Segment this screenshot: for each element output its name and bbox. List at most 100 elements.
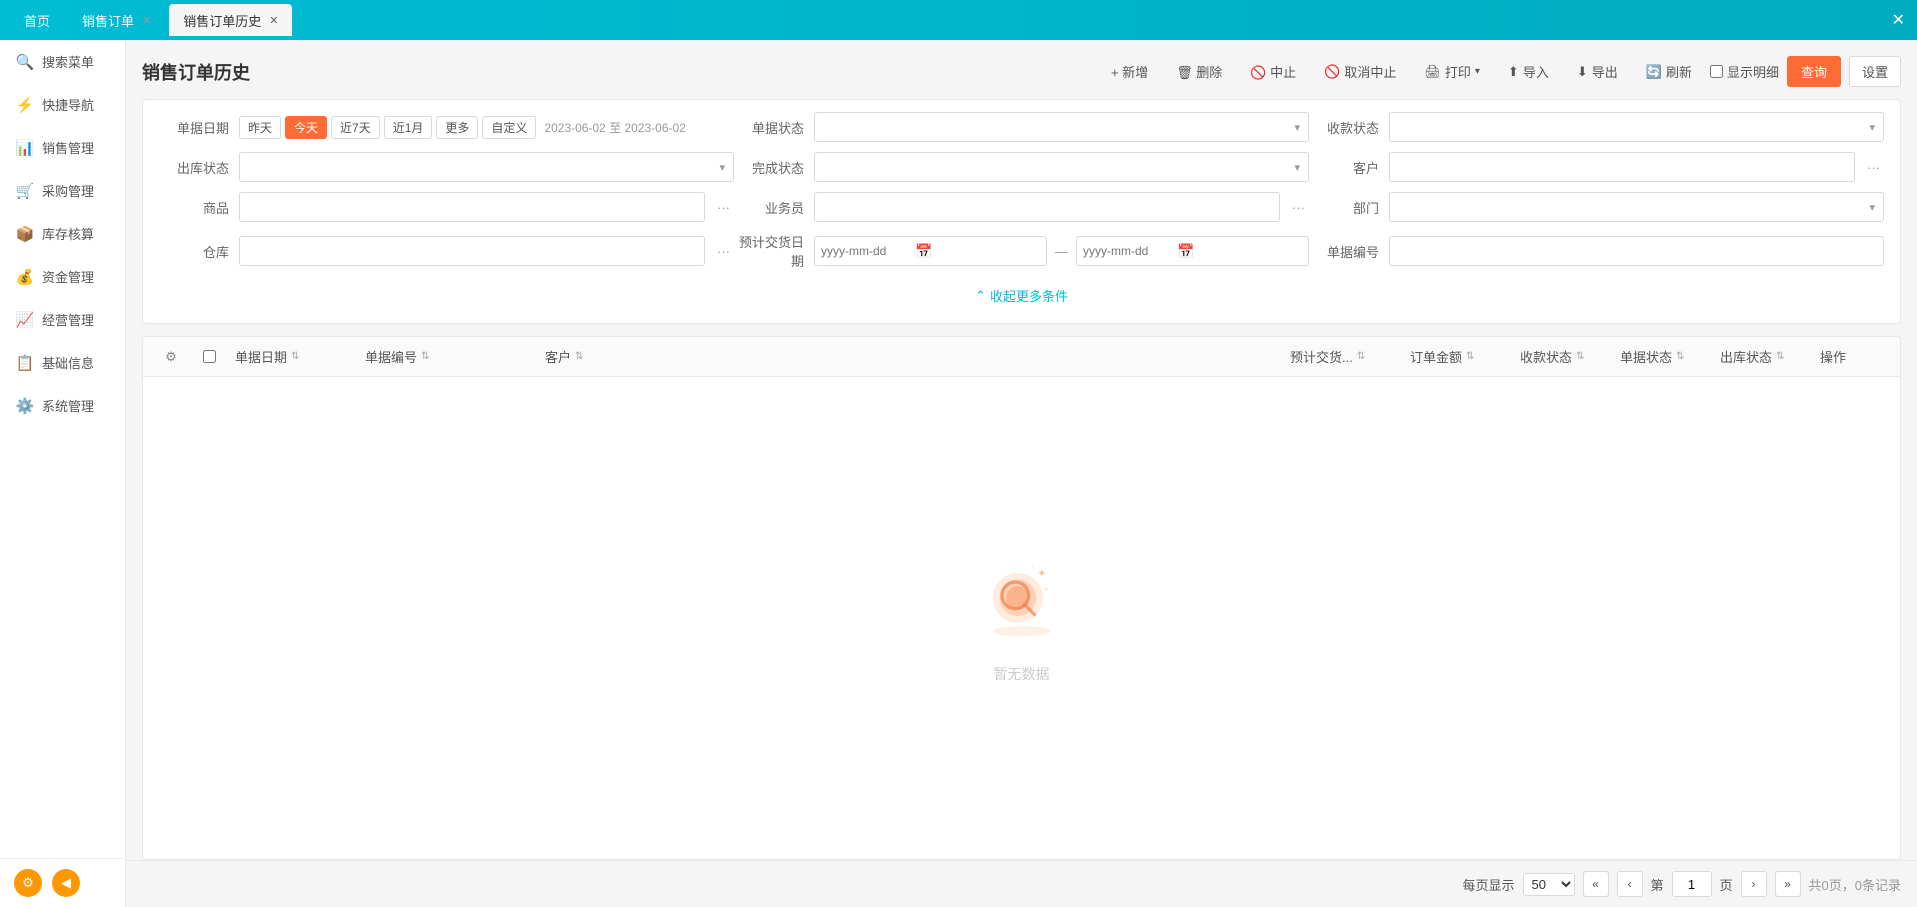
- sidebar: 🔍 搜索菜单 ⚡ 快捷导航 📊 销售管理 🛒 采购管理 📦 库存核算 💰 资金管…: [0, 40, 126, 907]
- salesperson-more-icon[interactable]: ···: [1288, 200, 1309, 215]
- complete-status-arrow-icon: ▾: [1294, 161, 1300, 174]
- sidebar-item-operation-mgmt[interactable]: 📈 经营管理: [0, 298, 125, 341]
- sidebar-settings-icon[interactable]: ⚙: [14, 869, 42, 897]
- total-text: 共0页，0条记录: [1809, 875, 1901, 894]
- delivery-date-start-input[interactable]: [821, 244, 911, 258]
- complete-status-control: ▾: [814, 152, 1309, 182]
- th-date[interactable]: 单据日期 ⇅: [227, 347, 357, 366]
- date-btn-yesterday[interactable]: 昨天: [239, 116, 281, 139]
- complete-status-label: 完成状态: [734, 158, 814, 177]
- tab-sales-order[interactable]: 销售订单 ✕: [68, 4, 165, 36]
- query-button[interactable]: 查询: [1787, 56, 1841, 87]
- settings-button[interactable]: 设置: [1849, 56, 1901, 87]
- customer-input[interactable]: [1389, 152, 1855, 182]
- cancel-stop-button[interactable]: 🚫 取消中止: [1314, 57, 1406, 86]
- th-doc-status[interactable]: 单据状态 ⇅: [1612, 347, 1712, 366]
- out-status-select[interactable]: ▾: [239, 152, 734, 182]
- sort-pay-status-icon: ⇅: [1576, 351, 1584, 362]
- delivery-date-end-calendar-icon[interactable]: 📅: [1177, 243, 1194, 260]
- first-page-button[interactable]: «: [1583, 871, 1609, 897]
- delivery-date-end-wrap: 📅: [1076, 236, 1309, 266]
- date-btn-today[interactable]: 今天: [285, 116, 327, 139]
- print-icon: 🖨: [1424, 64, 1441, 80]
- per-page-select[interactable]: 20 50 100: [1523, 873, 1575, 896]
- next-page-button[interactable]: ›: [1741, 871, 1767, 897]
- table-select-all-checkbox[interactable]: [191, 350, 227, 363]
- sort-doc-status-icon: ⇅: [1676, 351, 1684, 362]
- doc-status-arrow-icon: ▾: [1294, 121, 1300, 134]
- delivery-date-end-input[interactable]: [1083, 244, 1173, 258]
- delete-button[interactable]: 🗑 删除: [1166, 57, 1232, 86]
- tab-sales-order-history-close[interactable]: ✕: [269, 14, 278, 27]
- table-settings-icon[interactable]: ⚙: [151, 349, 191, 365]
- goods-input[interactable]: [239, 192, 705, 222]
- collapse-link[interactable]: ⌃ 收起更多条件: [159, 280, 1884, 311]
- tab-sales-order-close[interactable]: ✕: [142, 14, 151, 27]
- delivery-date-start-calendar-icon[interactable]: 📅: [915, 243, 932, 260]
- add-button[interactable]: + 新增: [1101, 57, 1158, 86]
- warehouse-input[interactable]: [239, 236, 705, 266]
- sidebar-bottom: ⚙ ◀: [0, 858, 125, 907]
- sidebar-collapse-icon[interactable]: ◀: [52, 869, 80, 897]
- pay-status-select[interactable]: ▾: [1389, 112, 1884, 142]
- page-unit: 页: [1720, 875, 1733, 894]
- refresh-button[interactable]: 🔄 刷新: [1636, 57, 1702, 86]
- svg-text:✦: ✦: [1037, 567, 1047, 580]
- table-container: ⚙ 单据日期 ⇅ 单据编号 ⇅ 客户 ⇅: [142, 336, 1901, 860]
- inventory-calc-icon: 📦: [16, 225, 34, 243]
- print-button[interactable]: 🖨 打印 ▾: [1414, 57, 1490, 86]
- sidebar-item-search-menu[interactable]: 🔍 搜索菜单: [0, 40, 125, 83]
- salesperson-control: ···: [814, 192, 1309, 222]
- th-pay-status[interactable]: 收款状态 ⇅: [1512, 347, 1612, 366]
- th-delivery[interactable]: 预计交货... ⇅: [1282, 347, 1402, 366]
- sidebar-item-basic-info[interactable]: 📋 基础信息: [0, 341, 125, 384]
- tab-sales-order-history[interactable]: 销售订单历史 ✕: [169, 4, 292, 36]
- th-out-status[interactable]: 出库状态 ⇅: [1712, 347, 1812, 366]
- goods-more-icon[interactable]: ···: [713, 200, 734, 215]
- date-btn-custom[interactable]: 自定义: [482, 116, 536, 139]
- doc-status-select[interactable]: ▾: [814, 112, 1309, 142]
- date-btn-7days[interactable]: 近7天: [331, 116, 380, 139]
- page-number-input[interactable]: [1672, 871, 1712, 897]
- sidebar-item-quick-nav[interactable]: ⚡ 快捷导航: [0, 83, 125, 126]
- th-docno[interactable]: 单据编号 ⇅: [357, 347, 537, 366]
- sidebar-item-purchase-mgmt[interactable]: 🛒 采购管理: [0, 169, 125, 212]
- print-dropdown-icon[interactable]: ▾: [1475, 66, 1480, 77]
- date-btn-1month[interactable]: 近1月: [384, 116, 433, 139]
- window-close-button[interactable]: ✕: [1892, 10, 1905, 30]
- basic-info-icon: 📋: [16, 354, 34, 372]
- filter-row-3: 商品 ··· 业务员 ··· 部门 ▾: [159, 192, 1884, 222]
- last-page-button[interactable]: »: [1775, 871, 1801, 897]
- filter-row-2: 出库状态 ▾ 完成状态 ▾ 客户: [159, 152, 1884, 182]
- doc-no-input[interactable]: [1389, 236, 1884, 266]
- purchase-mgmt-icon: 🛒: [16, 182, 34, 200]
- sidebar-item-system-mgmt[interactable]: ⚙️ 系统管理: [0, 384, 125, 427]
- cancel-stop-icon: 🚫: [1324, 64, 1340, 80]
- th-customer[interactable]: 客户 ⇅: [537, 347, 1282, 366]
- display-detail-checkbox[interactable]: [1710, 65, 1723, 78]
- sidebar-item-capital-mgmt[interactable]: 💰 资金管理: [0, 255, 125, 298]
- export-button[interactable]: ⬇ 导出: [1567, 57, 1628, 86]
- warehouse-more-icon[interactable]: ···: [713, 244, 734, 259]
- stop-button[interactable]: 🚫 中止: [1240, 57, 1306, 86]
- date-filter-control: 昨天 今天 近7天 近1月 更多 自定义 2023-06-02 至 2023-0…: [239, 116, 734, 139]
- th-amount[interactable]: 订单金额 ⇅: [1402, 347, 1512, 366]
- date-btn-more[interactable]: 更多: [436, 116, 478, 139]
- sort-delivery-icon: ⇅: [1357, 351, 1365, 362]
- sidebar-item-sales-mgmt[interactable]: 📊 销售管理: [0, 126, 125, 169]
- warehouse-control: ···: [239, 236, 734, 266]
- page-label: 第: [1651, 875, 1664, 894]
- customer-more-icon[interactable]: ···: [1863, 160, 1884, 175]
- salesperson-input[interactable]: [814, 192, 1280, 222]
- prev-page-button[interactable]: ‹: [1617, 871, 1643, 897]
- display-detail-toggle[interactable]: 显示明细: [1710, 62, 1779, 81]
- capital-mgmt-icon: 💰: [16, 268, 34, 286]
- import-button[interactable]: ⬆ 导入: [1498, 57, 1559, 86]
- sidebar-item-inventory-calc[interactable]: 📦 库存核算: [0, 212, 125, 255]
- complete-status-select[interactable]: ▾: [814, 152, 1309, 182]
- svg-text:✦: ✦: [1042, 584, 1049, 594]
- table-header: ⚙ 单据日期 ⇅ 单据编号 ⇅ 客户 ⇅: [143, 337, 1900, 377]
- customer-control: ···: [1389, 152, 1884, 182]
- dept-select[interactable]: ▾: [1389, 192, 1884, 222]
- tab-home[interactable]: 首页: [10, 4, 64, 36]
